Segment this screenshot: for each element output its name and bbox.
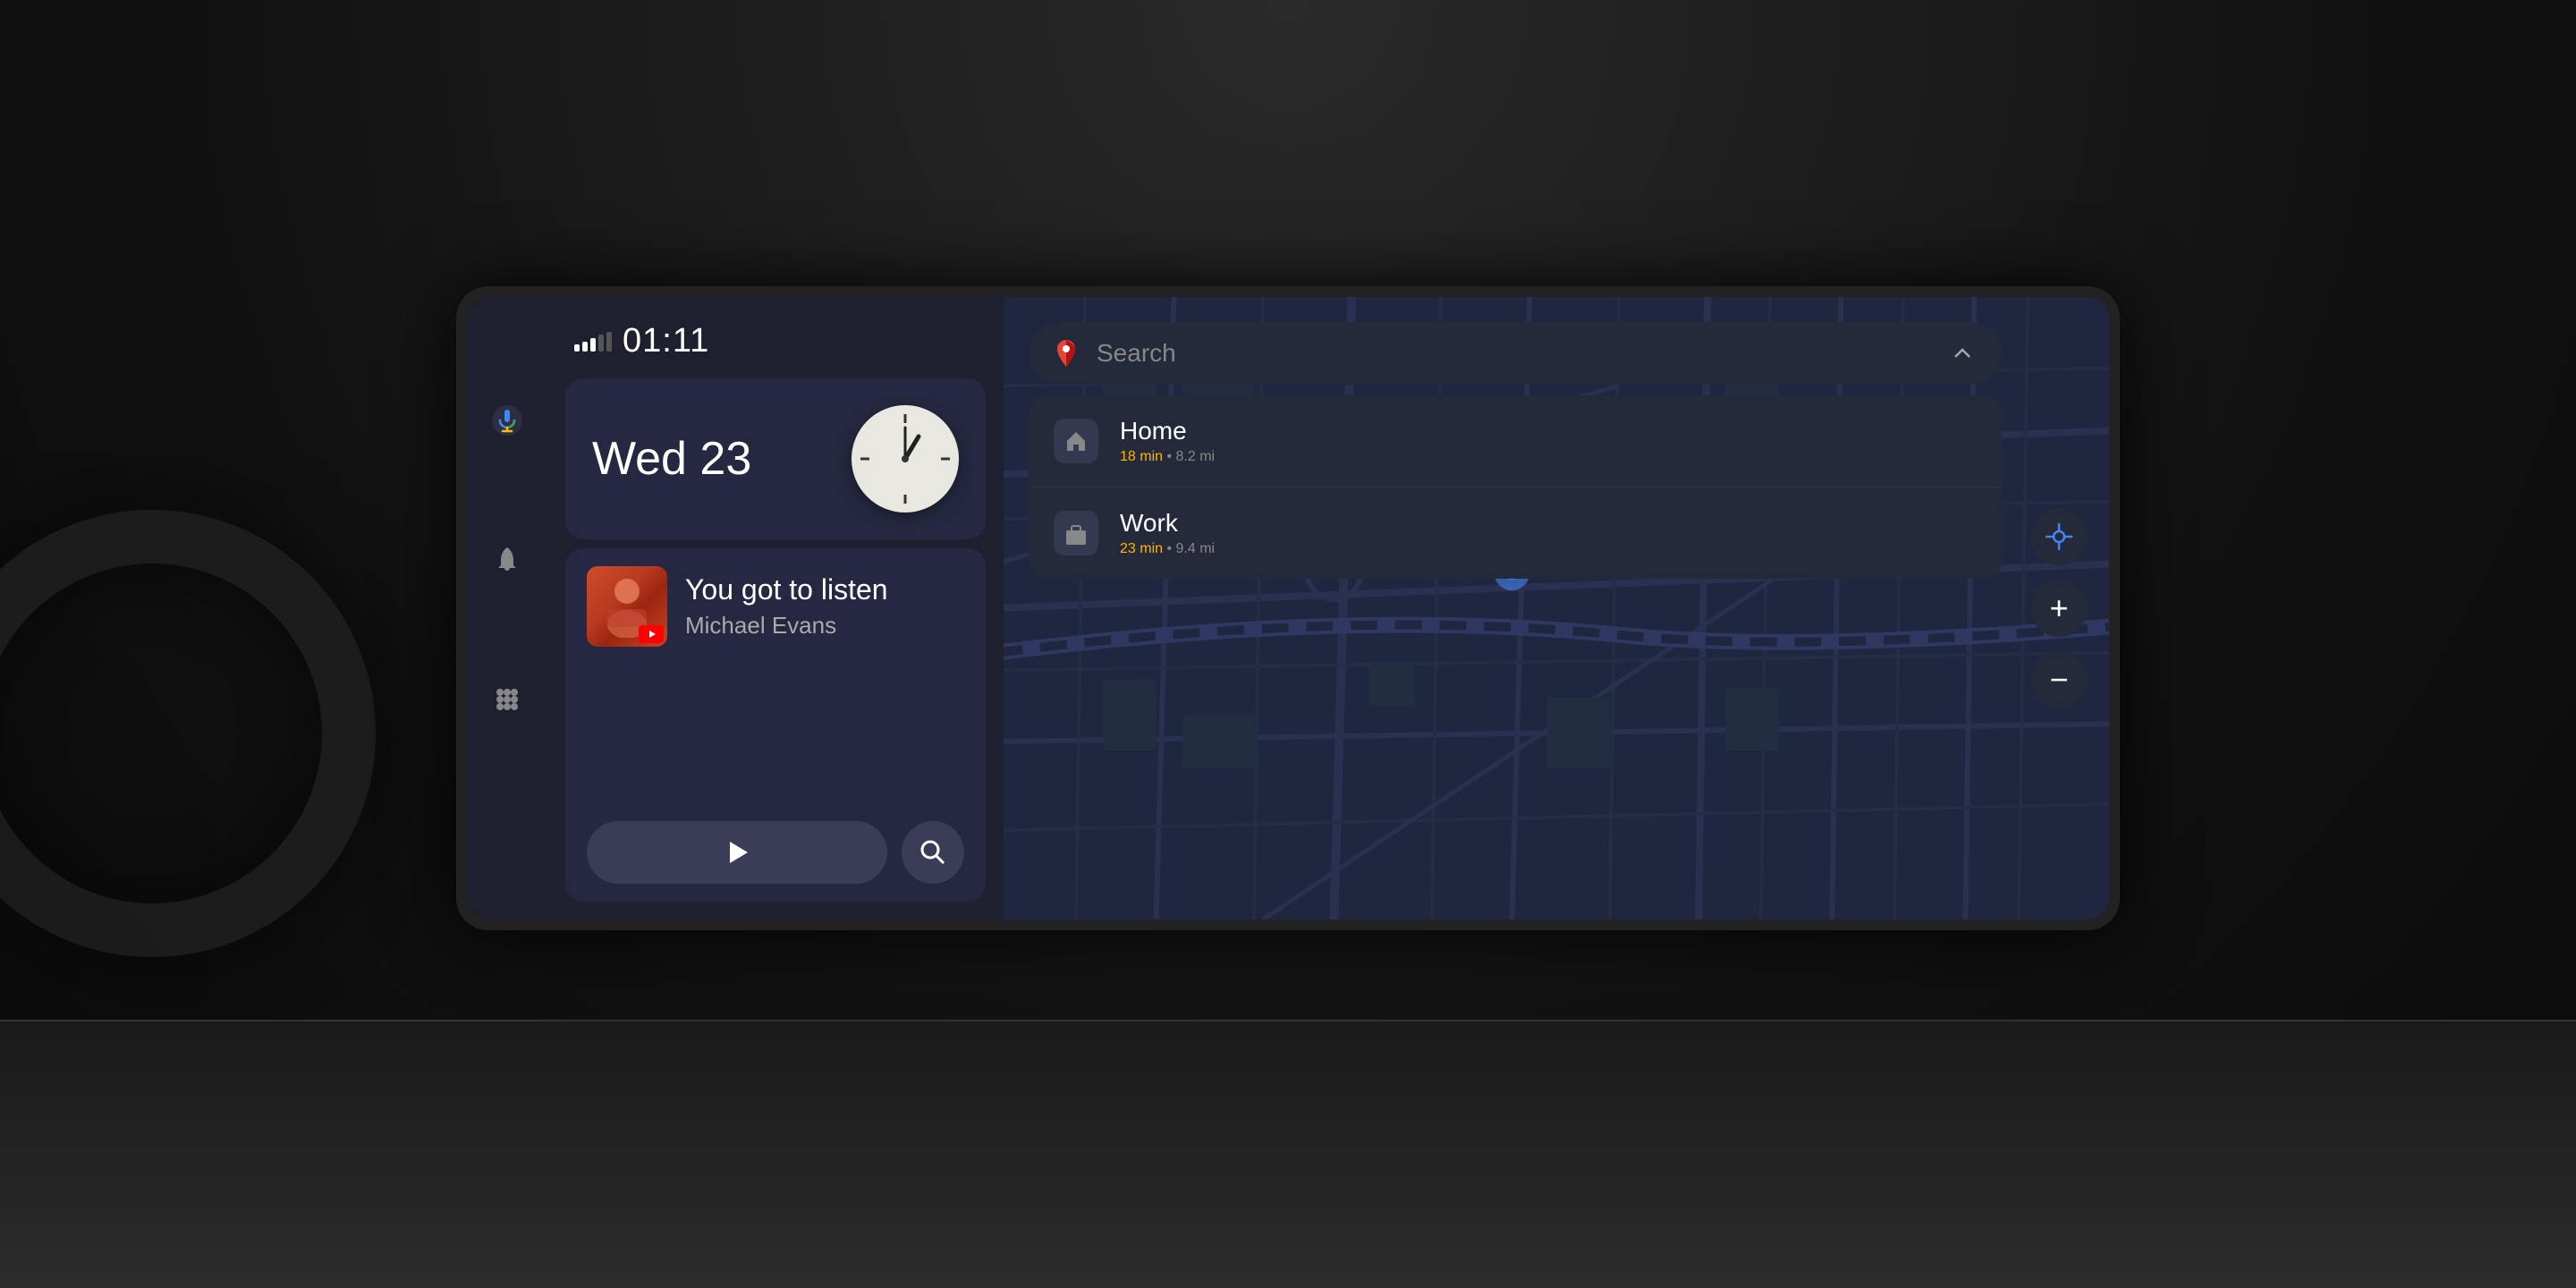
home-icon	[1054, 419, 1098, 463]
time-display: 01:11	[623, 322, 709, 360]
location-button[interactable]	[2030, 508, 2088, 565]
youtube-badge	[639, 625, 664, 643]
work-destination[interactable]: Work 23 min • 9.4 mi	[1029, 487, 2002, 579]
work-distance-value: 9.4 mi	[1176, 541, 1216, 556]
map-background	[1004, 297, 2109, 919]
album-art	[587, 566, 667, 647]
home-info: Home 18 min • 8.2 mi	[1120, 417, 1977, 465]
search-music-button[interactable]	[902, 821, 964, 884]
home-distance: •	[1166, 449, 1175, 464]
map-controls: + −	[2030, 508, 2088, 708]
calendar-date: Wed 23	[592, 432, 751, 486]
music-text: You got to listen Michael Evans	[685, 573, 964, 640]
maps-search-bar[interactable]: Search	[1029, 322, 2002, 385]
zoom-out-button[interactable]: −	[2030, 651, 2088, 708]
map-roads	[1004, 297, 2109, 919]
infotainment-screen: 01:11 Wed 23	[456, 286, 2120, 930]
map-panel[interactable]: Search Home 18 min •	[1004, 297, 2109, 919]
home-destination[interactable]: Home 18 min • 8.2 mi	[1029, 395, 2002, 487]
work-time: 23 min	[1120, 541, 1163, 556]
search-text: Search	[1097, 339, 1930, 368]
maps-icon	[1050, 337, 1082, 369]
left-main-content: 01:11 Wed 23	[547, 297, 1004, 919]
calendar-widget[interactable]: Wed 23	[565, 378, 986, 539]
music-controls	[587, 821, 964, 884]
work-info: Work 23 min • 9.4 mi	[1120, 509, 1977, 557]
work-name: Work	[1120, 509, 1977, 538]
mic-button[interactable]	[482, 395, 532, 445]
sidebar-icons	[467, 297, 547, 919]
status-bar: 01:11	[547, 306, 1004, 369]
left-panel: 01:11 Wed 23	[467, 297, 1004, 919]
music-info: You got to listen Michael Evans	[587, 566, 964, 647]
home-distance-value: 8.2 mi	[1176, 449, 1216, 464]
work-icon	[1054, 511, 1098, 555]
signal-icon	[574, 332, 612, 352]
dashboard-bottom	[0, 1020, 2576, 1288]
work-distance: •	[1166, 541, 1175, 556]
home-name: Home	[1120, 417, 1977, 445]
artist-name: Michael Evans	[685, 612, 964, 640]
home-time: 18 min	[1120, 449, 1163, 464]
clock-widget	[852, 405, 959, 513]
notification-button[interactable]	[482, 535, 532, 585]
destination-cards: Home 18 min • 8.2 mi Work	[1029, 395, 2002, 579]
collapse-button[interactable]	[1945, 335, 1980, 371]
play-button[interactable]	[587, 821, 887, 884]
song-title: You got to listen	[685, 573, 964, 606]
zoom-in-button[interactable]: +	[2030, 580, 2088, 637]
apps-button[interactable]	[482, 674, 532, 724]
music-widget[interactable]: You got to listen Michael Evans	[565, 548, 986, 902]
